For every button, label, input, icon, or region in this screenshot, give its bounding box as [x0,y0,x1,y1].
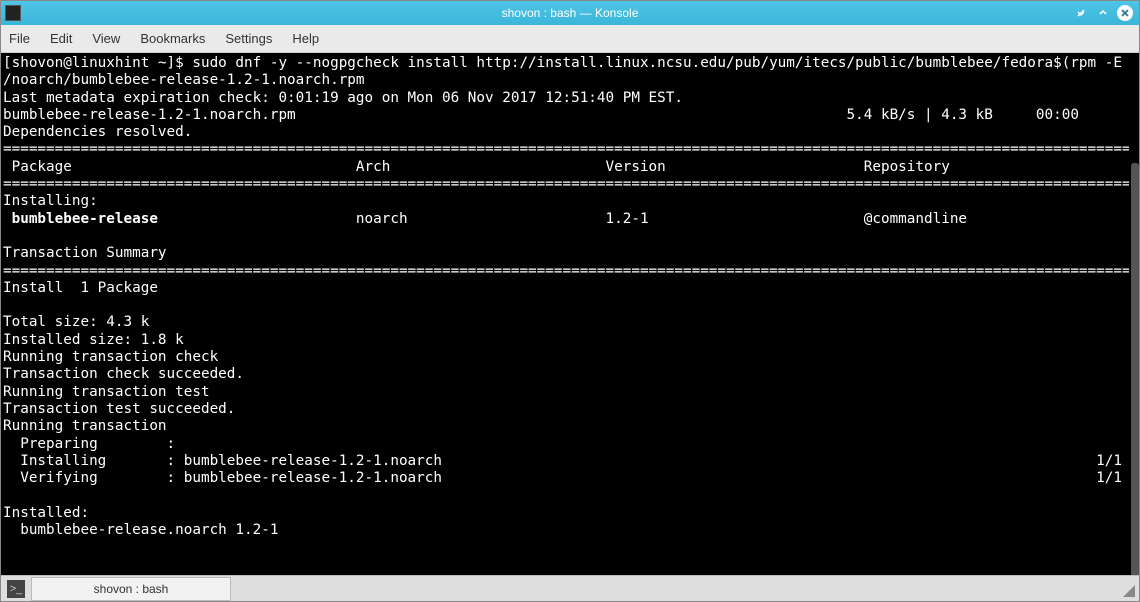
output-line: Running transaction test [3,384,210,400]
package-row: noarch 1.2-1 @commandline 4.3 k [158,211,1139,227]
output-line: Transaction check succeeded. [3,366,244,382]
menu-view[interactable]: View [92,31,120,46]
close-button[interactable] [1117,5,1133,21]
output-line: Transaction test succeeded. [3,401,235,417]
scrollbar[interactable] [1129,53,1139,575]
table-header: Package Arch Version Repository Size [3,159,1139,175]
app-icon [5,5,21,21]
output-line: Installed: [3,505,89,521]
output-line: Preparing : 1/1 [3,436,1139,452]
window-controls [1073,5,1139,21]
output-line: Last metadata expiration check: 0:01:19 … [3,90,683,106]
separator: ========================================… [3,263,1139,279]
output-line: Install 1 Package [3,280,158,296]
taskbar-tab[interactable]: shovon : bash [31,577,231,601]
output-line: Dependencies resolved. [3,124,192,140]
taskbar-tab-label: shovon : bash [94,582,169,596]
package-name: bumblebee-release [3,211,158,227]
output-line: bumblebee-release-1.2-1.noarch.rpm 5.4 k… [3,107,1113,123]
minimize-button[interactable] [1073,5,1089,21]
menu-settings[interactable]: Settings [225,31,272,46]
scroll-thumb[interactable] [1131,163,1139,575]
window-title: shovon : bash — Konsole [1,6,1139,20]
separator: ========================================… [3,141,1139,157]
separator: ========================================… [3,176,1139,192]
output-line: Installing: [3,193,98,209]
output-line: Installing : bumblebee-release-1.2-1.noa… [3,453,1131,469]
titlebar[interactable]: shovon : bash — Konsole [1,1,1139,25]
output-line: Total size: 4.3 k [3,314,149,330]
output-line: Running transaction check [3,349,218,365]
output-line: Verifying : bumblebee-release-1.2-1.noar… [3,470,1131,486]
output-line: bumblebee-release.noarch 1.2-1 [3,522,1139,538]
command-text: [shovon@linuxhint ~]$ sudo dnf -y --nogp… [3,55,1139,88]
output-line: Installed size: 1.8 k [3,332,184,348]
menu-edit[interactable]: Edit [50,31,72,46]
output-line: Running transaction [3,418,167,434]
terminal-viewport[interactable]: [shovon@linuxhint ~]$ sudo dnf -y --nogp… [1,53,1139,575]
terminal-icon[interactable]: >_ [7,580,25,598]
menu-bookmarks[interactable]: Bookmarks [140,31,205,46]
menubar: File Edit View Bookmarks Settings Help [1,25,1139,53]
resize-grip-icon[interactable] [1118,580,1136,598]
output-line: Transaction Summary [3,245,167,261]
menu-help[interactable]: Help [292,31,319,46]
taskbar: >_ shovon : bash [1,575,1139,601]
maximize-button[interactable] [1095,5,1111,21]
menu-file[interactable]: File [9,31,30,46]
konsole-window: shovon : bash — Konsole File Edit View B… [0,0,1140,602]
